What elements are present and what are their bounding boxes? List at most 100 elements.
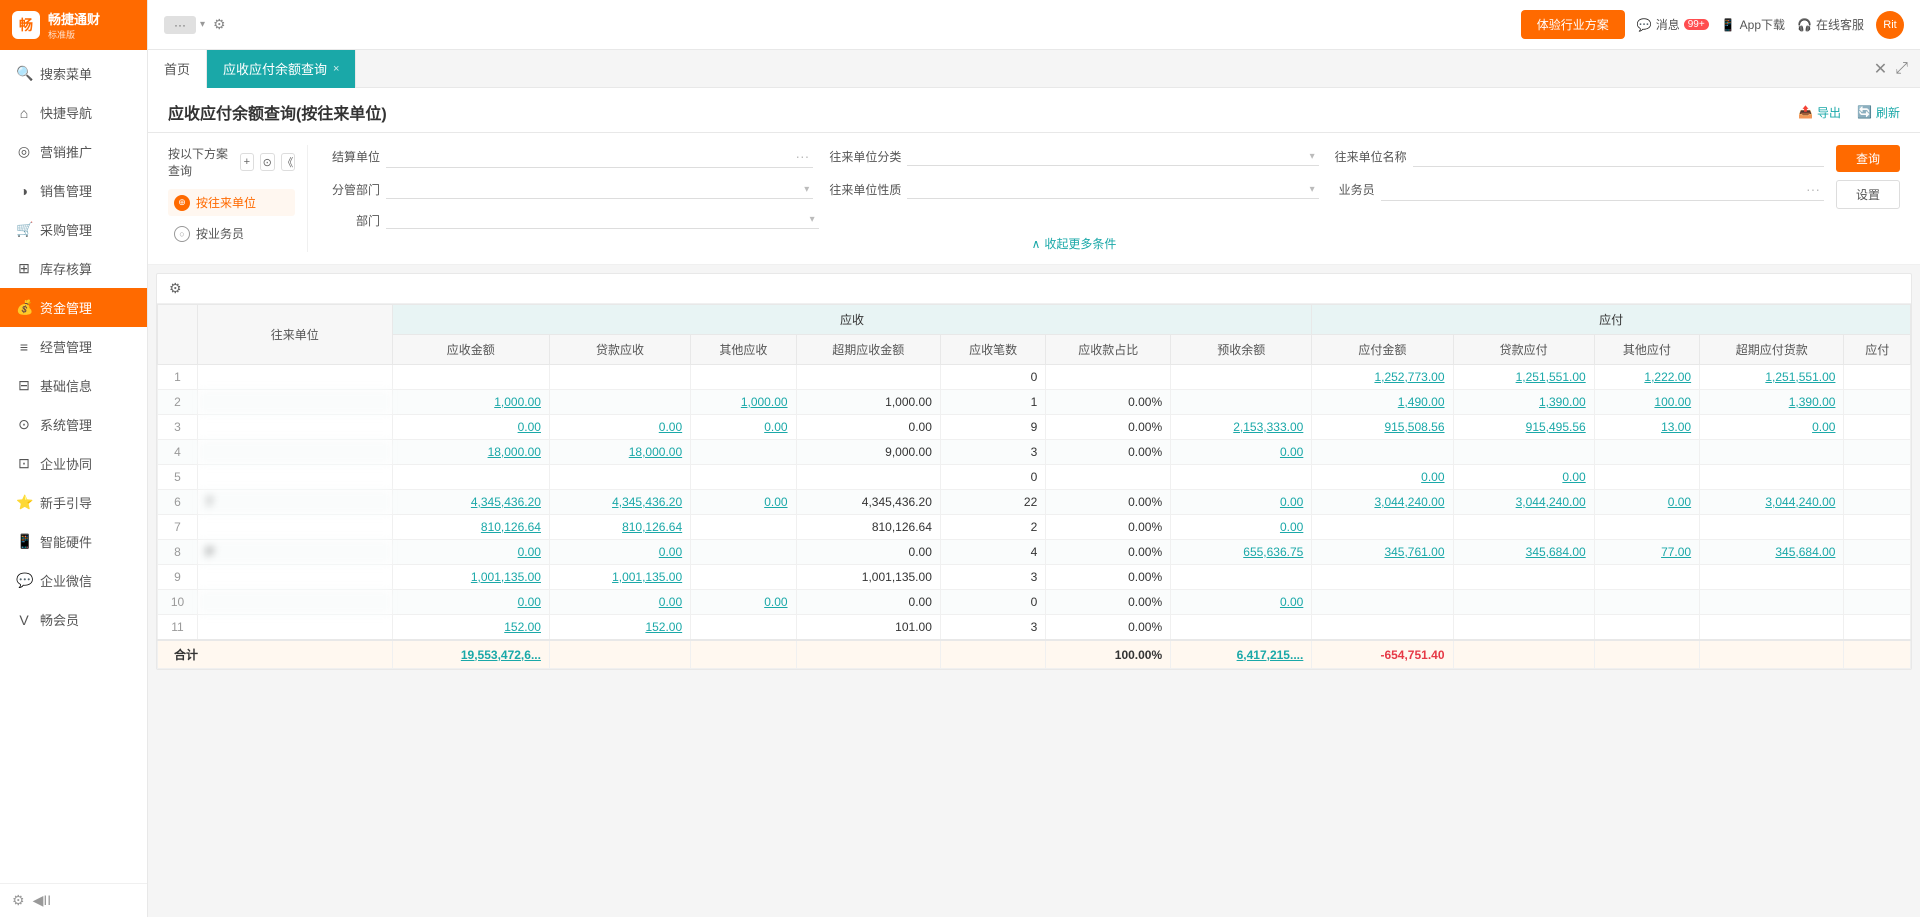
sidebar-item-sales[interactable]: ◑ 销售管理 [0, 171, 147, 210]
table-cell-yfje[interactable]: 345,761.00 [1312, 540, 1453, 565]
table-cell-ysey[interactable]: 0.00 [1171, 440, 1312, 465]
table-cell-dkys[interactable]: 0.00 [549, 590, 690, 615]
collapse-more-button[interactable]: ∧ 收起更多条件 [324, 235, 1824, 252]
scheme-by-partner[interactable]: ⊕ 按往来单位 [168, 189, 295, 216]
table-cell-ysje[interactable]: 18,000.00 [392, 440, 549, 465]
table-cell-qtyf[interactable]: 77.00 [1594, 540, 1699, 565]
field-select-lwdwfl[interactable]: ▾ [907, 148, 1318, 166]
table-cell-dkys[interactable]: 0.00 [549, 415, 690, 440]
table-cell-ysje[interactable]: 0.00 [392, 415, 549, 440]
table-cell-dkyf[interactable]: 345,684.00 [1453, 540, 1594, 565]
sidebar-item-finance[interactable]: 💰 资金管理 [0, 288, 147, 327]
sidebar-item-guide[interactable]: ⭐ 新手引导 [0, 483, 147, 522]
table-cell-cqyfhk[interactable]: 345,684.00 [1700, 540, 1844, 565]
tab-close-icon[interactable]: × [333, 63, 339, 75]
table-cell-ysje[interactable]: 810,126.64 [392, 515, 549, 540]
field-control-jsdw[interactable]: ··· [386, 145, 813, 168]
table-cell-qtyf[interactable]: 13.00 [1594, 415, 1699, 440]
table-cell-cqyfhk[interactable]: 1,390.00 [1700, 390, 1844, 415]
table-cell-yfje[interactable]: 0.00 [1312, 465, 1453, 490]
jsdw-dots-icon[interactable]: ··· [795, 148, 809, 164]
table-settings-icon[interactable]: ⚙ [169, 280, 182, 297]
close-window-icon[interactable]: ✕ [1874, 59, 1887, 79]
table-scroll[interactable]: 往来单位 应收 应付 应收金额 贷款应收 其他应收 超期应收金额 应收笔数 应收… [157, 304, 1911, 669]
expand-icon[interactable]: ⤢ [1895, 60, 1908, 78]
table-cell-yfje[interactable]: 3,044,240.00 [1312, 490, 1453, 515]
table-cell-qtyf[interactable]: 1,222.00 [1594, 365, 1699, 390]
table-cell-ysey[interactable]: 2,153,333.00 [1171, 415, 1312, 440]
footer-ysje[interactable]: 19,553,472,6... [392, 640, 549, 669]
user-avatar[interactable]: Rit [1876, 11, 1904, 39]
table-cell-dkyf[interactable]: 0.00 [1453, 465, 1594, 490]
field-select-bm[interactable]: ▾ [386, 211, 819, 229]
table-cell-ysje[interactable]: 0.00 [392, 540, 549, 565]
add-scheme-button[interactable]: + [240, 153, 254, 171]
collapse-scheme-button[interactable]: 《 [281, 153, 295, 171]
service-action[interactable]: 🎧 在线客服 [1797, 16, 1864, 33]
table-cell-ysey[interactable]: 0.00 [1171, 515, 1312, 540]
table-cell-qtys[interactable]: 1,000.00 [691, 390, 796, 415]
sidebar-item-wechat[interactable]: 💬 企业微信 [0, 561, 147, 600]
jsdw-input[interactable] [390, 149, 795, 163]
table-cell-ysje[interactable]: 1,001,135.00 [392, 565, 549, 590]
trial-button[interactable]: 体验行业方案 [1521, 10, 1625, 39]
table-cell-cqyfhk[interactable]: 3,044,240.00 [1700, 490, 1844, 515]
lwdwmc-input[interactable] [1417, 149, 1820, 163]
table-cell-dkyf[interactable]: 1,251,551.00 [1453, 365, 1594, 390]
sidebar-item-purchase[interactable]: 🛒 采购管理 [0, 210, 147, 249]
sidebar-item-search[interactable]: 🔍 搜索菜单 [0, 54, 147, 93]
collapse-sidebar-button[interactable]: ◀II [33, 892, 52, 909]
table-cell-ysje[interactable]: 1,000.00 [392, 390, 549, 415]
table-cell-dkyf[interactable]: 915,495.56 [1453, 415, 1594, 440]
table-cell-qtys[interactable]: 0.00 [691, 415, 796, 440]
table-cell-dkyf[interactable]: 1,390.00 [1453, 390, 1594, 415]
table-cell-ysey[interactable]: 0.00 [1171, 590, 1312, 615]
table-cell-dkys[interactable]: 18,000.00 [549, 440, 690, 465]
message-action[interactable]: 💬 消息 99+ [1637, 16, 1709, 33]
export-button[interactable]: 📤 导出 [1798, 104, 1841, 121]
sidebar-item-marketing[interactable]: ◎ 营销推广 [0, 132, 147, 171]
table-cell-ysey[interactable]: 655,636.75 [1171, 540, 1312, 565]
table-cell-yfje[interactable]: 915,508.56 [1312, 415, 1453, 440]
query-button[interactable]: 查询 [1836, 145, 1900, 172]
table-cell-dkys[interactable]: 152.00 [549, 615, 690, 641]
app-download-action[interactable]: 📱 App下载 [1721, 16, 1785, 33]
sidebar-item-operation[interactable]: ≡ 经营管理 [0, 327, 147, 366]
table-cell-dkys[interactable]: 810,126.64 [549, 515, 690, 540]
table-cell-dkyf[interactable]: 3,044,240.00 [1453, 490, 1594, 515]
table-cell-qtyf[interactable]: 100.00 [1594, 390, 1699, 415]
gear-icon-header[interactable]: ⚙ [213, 16, 226, 33]
table-cell-qtys[interactable]: 0.00 [691, 590, 796, 615]
table-cell-yfje[interactable]: 1,490.00 [1312, 390, 1453, 415]
table-cell-cqyfhk[interactable]: 0.00 [1700, 415, 1844, 440]
sidebar-item-inventory[interactable]: ⊞ 库存核算 [0, 249, 147, 288]
sidebar-item-nav[interactable]: ⌂ 快捷导航 [0, 93, 147, 132]
table-cell-ysje[interactable]: 0.00 [392, 590, 549, 615]
table-cell-qtyf[interactable]: 0.00 [1594, 490, 1699, 515]
sidebar-item-collab[interactable]: ⊡ 企业协同 [0, 444, 147, 483]
table-cell-dkys[interactable]: 0.00 [549, 540, 690, 565]
sidebar-item-base[interactable]: ⊟ 基础信息 [0, 366, 147, 405]
table-cell-cqyfhk[interactable]: 1,251,551.00 [1700, 365, 1844, 390]
field-select-lwdwxz[interactable]: ▾ [907, 181, 1318, 199]
tab-home[interactable]: 首页 [148, 50, 207, 88]
table-cell-ysey[interactable]: 0.00 [1171, 490, 1312, 515]
scheme-by-salesman[interactable]: ○ 按业务员 [168, 220, 295, 247]
settings-footer-button[interactable]: ⚙ [12, 892, 25, 909]
sidebar-item-member[interactable]: V 畅会员 [0, 600, 147, 639]
refresh-button[interactable]: 🔄 刷新 [1857, 104, 1900, 121]
table-cell-ysje[interactable]: 4,345,436.20 [392, 490, 549, 515]
breadcrumb-chevron[interactable]: ▾ [200, 19, 205, 30]
field-select-fgbm[interactable]: ▾ [386, 181, 813, 199]
table-cell-ysje[interactable]: 152.00 [392, 615, 549, 641]
sidebar-item-system[interactable]: ⊙ 系统管理 [0, 405, 147, 444]
footer-ysey[interactable]: 6,417,215.... [1171, 640, 1312, 669]
table-cell-yfje[interactable]: 1,252,773.00 [1312, 365, 1453, 390]
table-cell-qtys[interactable]: 0.00 [691, 490, 796, 515]
tab-arbalance[interactable]: 应收应付余额查询 × [207, 50, 356, 88]
ywy-dots-icon[interactable]: ··· [1806, 181, 1820, 197]
ywy-input[interactable] [1385, 182, 1806, 196]
table-cell-dkys[interactable]: 4,345,436.20 [549, 490, 690, 515]
table-cell-dkys[interactable]: 1,001,135.00 [549, 565, 690, 590]
sidebar-item-hardware[interactable]: 📱 智能硬件 [0, 522, 147, 561]
